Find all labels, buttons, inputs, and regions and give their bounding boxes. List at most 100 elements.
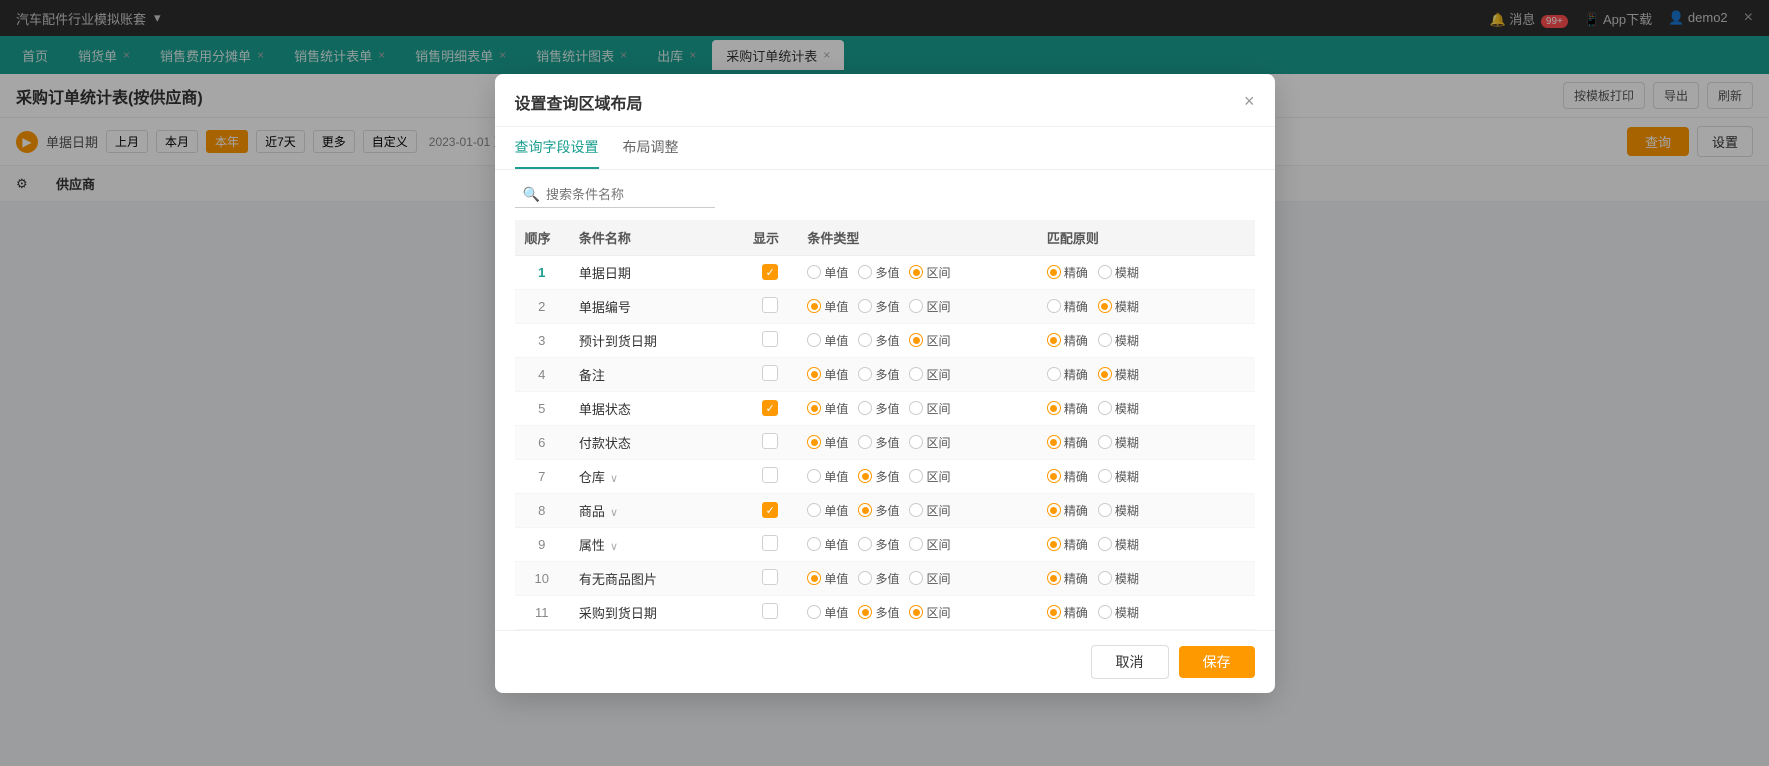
match-radio-exact[interactable]: 精确 bbox=[1047, 536, 1088, 553]
match-radio-exact[interactable]: 精确 bbox=[1047, 570, 1088, 587]
match-radio-fuzzy[interactable]: 模糊 bbox=[1098, 332, 1139, 349]
type-radio-multi[interactable]: 多值 bbox=[858, 604, 899, 621]
match-radio-exact[interactable]: 精确 bbox=[1047, 400, 1088, 417]
type-radio-single[interactable]: 单值 bbox=[807, 332, 848, 349]
radio-label: 单值 bbox=[824, 264, 848, 281]
row-display-check[interactable] bbox=[743, 323, 797, 357]
match-radio-fuzzy[interactable]: 模糊 bbox=[1098, 264, 1139, 281]
match-radio-fuzzy[interactable]: 模糊 bbox=[1098, 400, 1139, 417]
match-radio-fuzzy[interactable]: 模糊 bbox=[1098, 502, 1139, 519]
row-order: 5 bbox=[515, 391, 569, 425]
type-radio-single[interactable]: 单值 bbox=[807, 298, 848, 315]
type-radio-multi[interactable]: 多值 bbox=[858, 570, 899, 587]
display-checkbox[interactable] bbox=[762, 264, 778, 280]
match-radio-fuzzy[interactable]: 模糊 bbox=[1098, 604, 1139, 621]
type-radio-single[interactable]: 单值 bbox=[807, 400, 848, 417]
match-radio-exact[interactable]: 精确 bbox=[1047, 264, 1088, 281]
type-radio-multi[interactable]: 多值 bbox=[858, 264, 899, 281]
row-match: 精确模糊 bbox=[1037, 425, 1255, 459]
match-radio-exact[interactable]: 精确 bbox=[1047, 604, 1088, 621]
row-display-check[interactable] bbox=[743, 391, 797, 425]
order-number: 9 bbox=[538, 537, 545, 552]
row-type: 单值多值区间 bbox=[797, 595, 1036, 629]
type-radio-single[interactable]: 单值 bbox=[807, 366, 848, 383]
type-radio-single[interactable]: 单值 bbox=[807, 264, 848, 281]
match-radio-exact[interactable]: 精确 bbox=[1047, 502, 1088, 519]
row-match: 精确 模糊 bbox=[1037, 357, 1255, 391]
type-radio-multi[interactable]: 多值 bbox=[858, 298, 899, 315]
match-radio-exact[interactable]: 精确 bbox=[1047, 468, 1088, 485]
row-display-check[interactable] bbox=[743, 493, 797, 527]
row-display-check[interactable] bbox=[743, 425, 797, 459]
row-order: 8 bbox=[515, 493, 569, 527]
type-radio-single[interactable]: 单值 bbox=[807, 502, 848, 519]
type-radio-range[interactable]: 区间 bbox=[909, 264, 950, 281]
type-radio-range[interactable]: 区间 bbox=[909, 400, 950, 417]
type-radio-single[interactable]: 单值 bbox=[807, 536, 848, 553]
row-display-check[interactable] bbox=[743, 289, 797, 323]
type-radio-range[interactable]: 区间 bbox=[909, 502, 950, 519]
match-radio-exact[interactable]: 精确 bbox=[1047, 366, 1088, 383]
dialog-close-btn[interactable]: × bbox=[1244, 91, 1255, 112]
radio-label: 模糊 bbox=[1115, 366, 1139, 383]
type-radio-single[interactable]: 单值 bbox=[807, 468, 848, 485]
display-checkbox[interactable] bbox=[762, 433, 778, 449]
display-checkbox[interactable] bbox=[762, 297, 778, 313]
match-radio-exact[interactable]: 精确 bbox=[1047, 434, 1088, 451]
type-radio-multi[interactable]: 多值 bbox=[858, 468, 899, 485]
type-radio-single[interactable]: 单值 bbox=[807, 434, 848, 451]
match-radio-fuzzy[interactable]: 模糊 bbox=[1098, 536, 1139, 553]
display-checkbox[interactable] bbox=[762, 365, 778, 381]
search-input[interactable] bbox=[546, 187, 696, 202]
dialog-tab-query-fields[interactable]: 查询字段设置 bbox=[515, 127, 599, 169]
row-display-check[interactable] bbox=[743, 561, 797, 595]
type-radio-range[interactable]: 区间 bbox=[909, 332, 950, 349]
row-display-check[interactable] bbox=[743, 595, 797, 629]
type-radio-multi[interactable]: 多值 bbox=[858, 502, 899, 519]
match-radio-fuzzy[interactable]: 模糊 bbox=[1098, 434, 1139, 451]
type-radio-range[interactable]: 区间 bbox=[909, 604, 950, 621]
display-checkbox[interactable] bbox=[762, 569, 778, 585]
save-button[interactable]: 保存 bbox=[1179, 646, 1255, 678]
cancel-button[interactable]: 取消 bbox=[1091, 645, 1169, 679]
radio-dot-icon bbox=[1047, 435, 1061, 449]
row-display-check[interactable] bbox=[743, 357, 797, 391]
match-radio-fuzzy[interactable]: 模糊 bbox=[1098, 468, 1139, 485]
radio-dot-icon bbox=[1047, 469, 1061, 483]
display-checkbox[interactable] bbox=[762, 502, 778, 518]
type-radio-multi[interactable]: 多值 bbox=[858, 434, 899, 451]
radio-dot-icon bbox=[1098, 299, 1112, 313]
modal-overlay[interactable]: 设置查询区域布局 × 查询字段设置 布局调整 🔍 顺序 bbox=[0, 0, 1769, 766]
match-radio-exact[interactable]: 精确 bbox=[1047, 298, 1088, 315]
type-radio-group: 单值多值区间 bbox=[807, 570, 1026, 587]
type-radio-multi[interactable]: 多值 bbox=[858, 536, 899, 553]
row-display-check[interactable] bbox=[743, 255, 797, 289]
type-radio-single[interactable]: 单值 bbox=[807, 604, 848, 621]
type-radio-range[interactable]: 区间 bbox=[909, 434, 950, 451]
display-checkbox[interactable] bbox=[762, 535, 778, 551]
display-checkbox[interactable] bbox=[762, 331, 778, 347]
display-checkbox[interactable] bbox=[762, 603, 778, 619]
radio-label: 精确 bbox=[1064, 434, 1088, 451]
match-radio-exact[interactable]: 精确 bbox=[1047, 332, 1088, 349]
type-radio-multi[interactable]: 多值 bbox=[858, 366, 899, 383]
match-radio-fuzzy[interactable]: 模糊 bbox=[1098, 570, 1139, 587]
match-radio-fuzzy[interactable]: 模糊 bbox=[1098, 298, 1139, 315]
type-radio-single[interactable]: 单值 bbox=[807, 570, 848, 587]
type-radio-range[interactable]: 区间 bbox=[909, 366, 950, 383]
radio-label: 区间 bbox=[926, 536, 950, 553]
radio-dot-icon bbox=[858, 503, 872, 517]
dialog-tab-layout[interactable]: 布局调整 bbox=[623, 127, 679, 169]
type-radio-multi[interactable]: 多值 bbox=[858, 400, 899, 417]
type-radio-range[interactable]: 区间 bbox=[909, 298, 950, 315]
display-checkbox[interactable] bbox=[762, 400, 778, 416]
type-radio-range[interactable]: 区间 bbox=[909, 536, 950, 553]
display-checkbox[interactable] bbox=[762, 467, 778, 483]
row-display-check[interactable] bbox=[743, 527, 797, 561]
type-radio-multi[interactable]: 多值 bbox=[858, 332, 899, 349]
type-radio-range[interactable]: 区间 bbox=[909, 468, 950, 485]
type-radio-range[interactable]: 区间 bbox=[909, 570, 950, 587]
radio-label: 区间 bbox=[926, 468, 950, 485]
match-radio-fuzzy[interactable]: 模糊 bbox=[1098, 366, 1139, 383]
row-display-check[interactable] bbox=[743, 459, 797, 493]
